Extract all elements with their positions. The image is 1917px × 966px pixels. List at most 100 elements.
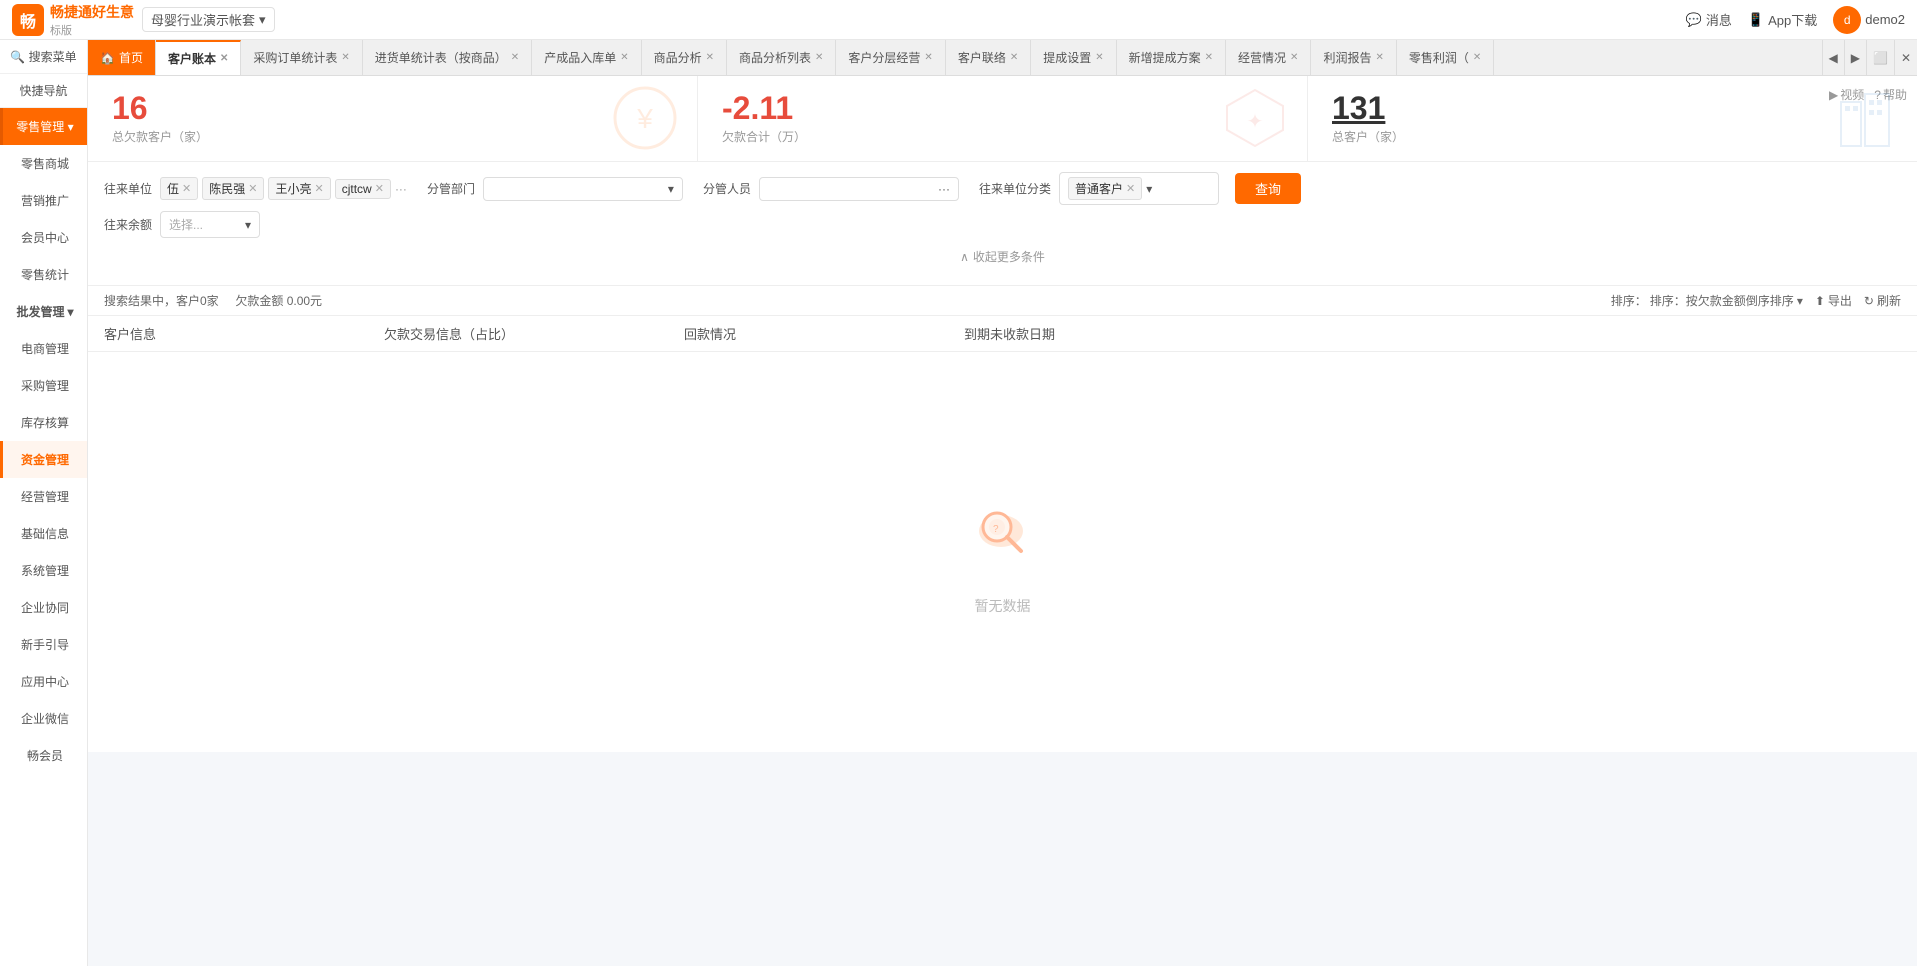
tab-close-new-commission-plan[interactable]: ✕ (1205, 52, 1213, 63)
filter-row-collapse: ∧ 收起更多条件 (104, 244, 1901, 269)
stats-row: ¥ 16 总欠款客户（家） ✦ (88, 76, 1917, 162)
stat-card-total-debt: ✦ -2.11 欠款合计（万） (698, 76, 1308, 161)
query-button[interactable]: 查询 (1235, 173, 1301, 204)
sidebar-item-retail-store[interactable]: 零售商城 (0, 145, 87, 182)
tab-maximize[interactable]: ⬜ (1866, 40, 1894, 75)
sidebar-item-wholesale-mgmt[interactable]: 批发管理 ▾ (0, 293, 87, 330)
tab-close-customer-contact[interactable]: ✕ (1010, 52, 1018, 63)
remove-tag-common-customer[interactable]: ✕ (1126, 182, 1135, 195)
tab-close-production-inbound[interactable]: ✕ (620, 52, 628, 63)
tab-scroll-right[interactable]: ▶ (1844, 40, 1866, 75)
remove-tag-cjttcw[interactable]: ✕ (375, 182, 384, 195)
tab-close-product-analysis-list[interactable]: ✕ (815, 52, 823, 63)
balance-filter-label: 往来余额 (104, 216, 152, 233)
person-filter-label: 分管人员 (703, 180, 751, 197)
filter-tag-common-customer[interactable]: 普通客户 ✕ (1068, 177, 1142, 200)
export-btn[interactable]: ⬆ 导出 (1815, 292, 1852, 309)
sidebar-item-member-center[interactable]: 会员中心 (0, 219, 87, 256)
tab-bar: 🏠 首页 客户账本 ✕ 采购订单统计表 ✕ 进货单统计表（按商品） ✕ 产成品入… (88, 40, 1917, 76)
chevron-down-icon-balance: ▾ (245, 218, 251, 232)
sidebar-quick-nav[interactable]: 快捷导航 (0, 74, 87, 108)
tab-product-analysis[interactable]: 商品分析 ✕ (642, 40, 727, 75)
tab-production-inbound[interactable]: 产成品入库单 ✕ (532, 40, 641, 75)
sidebar-item-ecommerce-mgmt[interactable]: 电商管理 (0, 330, 87, 367)
total-debtors-label: 总欠款客户（家） (112, 128, 208, 145)
top-bar: 畅 畅捷通好生意 标版 母婴行业演示帐套 ▾ 💬 消息 📱 App下载 d de… (0, 0, 1917, 40)
tab-retail-profit[interactable]: 零售利润（ ✕ (1397, 40, 1494, 75)
remove-tag-chen[interactable]: ✕ (248, 182, 257, 195)
message-icon: 💬 (1686, 12, 1702, 28)
remove-tag-wu[interactable]: ✕ (182, 182, 191, 195)
sidebar-item-enterprise-collab[interactable]: 企业协同 (0, 589, 87, 626)
empty-text: 暂无数据 (963, 596, 1043, 616)
tab-inbound-stats[interactable]: 进货单统计表（按商品） ✕ (363, 40, 532, 75)
ellipsis-icon-person: ··· (938, 182, 950, 196)
tab-close-commission-settings[interactable]: ✕ (1095, 52, 1103, 63)
tab-close-business-situation[interactable]: ✕ (1290, 52, 1298, 63)
balance-filter-select[interactable]: 选择... ▾ (160, 211, 260, 238)
filter-more-btn[interactable]: ··· (395, 182, 407, 196)
total-customers-value: 131 (1332, 92, 1404, 124)
stat-card-total-customers: ▶ 视频 ? 帮助 (1308, 76, 1917, 161)
building-icon (1833, 86, 1897, 162)
dept-filter-select[interactable]: ▾ (483, 177, 683, 201)
tab-close-profit-report[interactable]: ✕ (1375, 52, 1383, 63)
chevron-icon: ▾ (68, 120, 74, 134)
logo-icon: 畅 (12, 4, 44, 36)
filter-tag-cjttcw[interactable]: cjttcw ✕ (335, 179, 391, 199)
sidebar-search[interactable]: 🔍 搜索菜单 (0, 40, 87, 74)
tab-customer-contact[interactable]: 客户联络 ✕ (946, 40, 1031, 75)
user-menu[interactable]: d demo2 (1833, 6, 1905, 34)
tab-customer-segment[interactable]: 客户分层经营 ✕ (836, 40, 945, 75)
result-bar: 搜索结果中，客户0家 欠款金额 0.00元 排序： 排序：按欠款金额倒序排序 ▾… (88, 286, 1917, 316)
sidebar-item-retail-mgmt[interactable]: 零售管理 ▾ (0, 108, 87, 145)
message-btn[interactable]: 💬 消息 (1686, 10, 1732, 29)
sidebar-item-inventory-check[interactable]: 库存核算 (0, 404, 87, 441)
tab-close-customer-account[interactable]: ✕ (220, 53, 228, 64)
tab-product-analysis-list[interactable]: 商品分析列表 ✕ (727, 40, 836, 75)
tab-profit-report[interactable]: 利润报告 ✕ (1311, 40, 1396, 75)
tab-close-all[interactable]: ✕ (1894, 40, 1917, 75)
tab-business-situation[interactable]: 经营情况 ✕ (1226, 40, 1311, 75)
avatar: d (1833, 6, 1861, 34)
tab-home[interactable]: 🏠 首页 (88, 40, 156, 75)
filter-row-1: 往来单位 伍 ✕ 陈民强 ✕ 王小亮 ✕ (104, 172, 1901, 205)
sidebar-item-marketing[interactable]: 营销推广 (0, 182, 87, 219)
tab-scroll-left[interactable]: ◀ (1822, 40, 1844, 75)
sidebar-item-operations-mgmt[interactable]: 经营管理 (0, 478, 87, 515)
tab-close-customer-segment[interactable]: ✕ (924, 52, 932, 63)
tab-close-product-analysis[interactable]: ✕ (706, 52, 714, 63)
sort-select[interactable]: 排序： 排序：按欠款金额倒序排序 ▾ (1611, 292, 1803, 309)
tab-close-purchase-order-stats[interactable]: ✕ (341, 52, 349, 63)
filter-tag-wang[interactable]: 王小亮 ✕ (268, 177, 330, 200)
sidebar-item-finance-mgmt[interactable]: 资金管理 (0, 441, 87, 478)
filter-tag-wu[interactable]: 伍 ✕ (160, 177, 198, 200)
filter-tag-chen[interactable]: 陈民强 ✕ (202, 177, 264, 200)
refresh-icon: ↻ (1864, 294, 1874, 308)
tab-new-commission-plan[interactable]: 新增提成方案 ✕ (1117, 40, 1226, 75)
remove-tag-wang[interactable]: ✕ (315, 182, 324, 195)
collapse-btn[interactable]: ∧ 收起更多条件 (952, 244, 1053, 269)
sidebar-item-enterprise-wechat[interactable]: 企业微信 (0, 700, 87, 737)
app-download-btn[interactable]: 📱 App下载 (1748, 10, 1817, 29)
tab-purchase-order-stats[interactable]: 采购订单统计表 ✕ (241, 40, 362, 75)
tab-customer-account[interactable]: 客户账本 ✕ (156, 40, 241, 75)
tab-close-inbound-stats[interactable]: ✕ (511, 52, 519, 63)
sidebar-item-new-guide[interactable]: 新手引导 (0, 626, 87, 663)
person-filter-select[interactable]: ··· (759, 177, 959, 201)
top-bar-right: 💬 消息 📱 App下载 d demo2 (1686, 6, 1905, 34)
sidebar-item-retail-stats[interactable]: 零售统计 (0, 256, 87, 293)
sidebar-item-basic-info[interactable]: 基础信息 (0, 515, 87, 552)
empty-state: ? 暂无数据 (943, 429, 1063, 676)
sidebar-item-app-center[interactable]: 应用中心 (0, 663, 87, 700)
sidebar-item-purchase-mgmt[interactable]: 采购管理 (0, 367, 87, 404)
category-filter-select[interactable]: 普通客户 ✕ ▾ (1059, 172, 1219, 205)
sidebar-item-premium-member[interactable]: 畅会员 (0, 737, 87, 774)
tab-close-retail-profit[interactable]: ✕ (1473, 52, 1481, 63)
sidebar-item-system-mgmt[interactable]: 系统管理 (0, 552, 87, 589)
refresh-btn[interactable]: ↻ 刷新 (1864, 292, 1901, 309)
tab-commission-settings[interactable]: 提成设置 ✕ (1031, 40, 1116, 75)
export-icon: ⬆ (1815, 294, 1825, 308)
table-body: ? 暂无数据 (88, 352, 1917, 752)
workspace-selector[interactable]: 母婴行业演示帐套 ▾ (142, 7, 275, 32)
